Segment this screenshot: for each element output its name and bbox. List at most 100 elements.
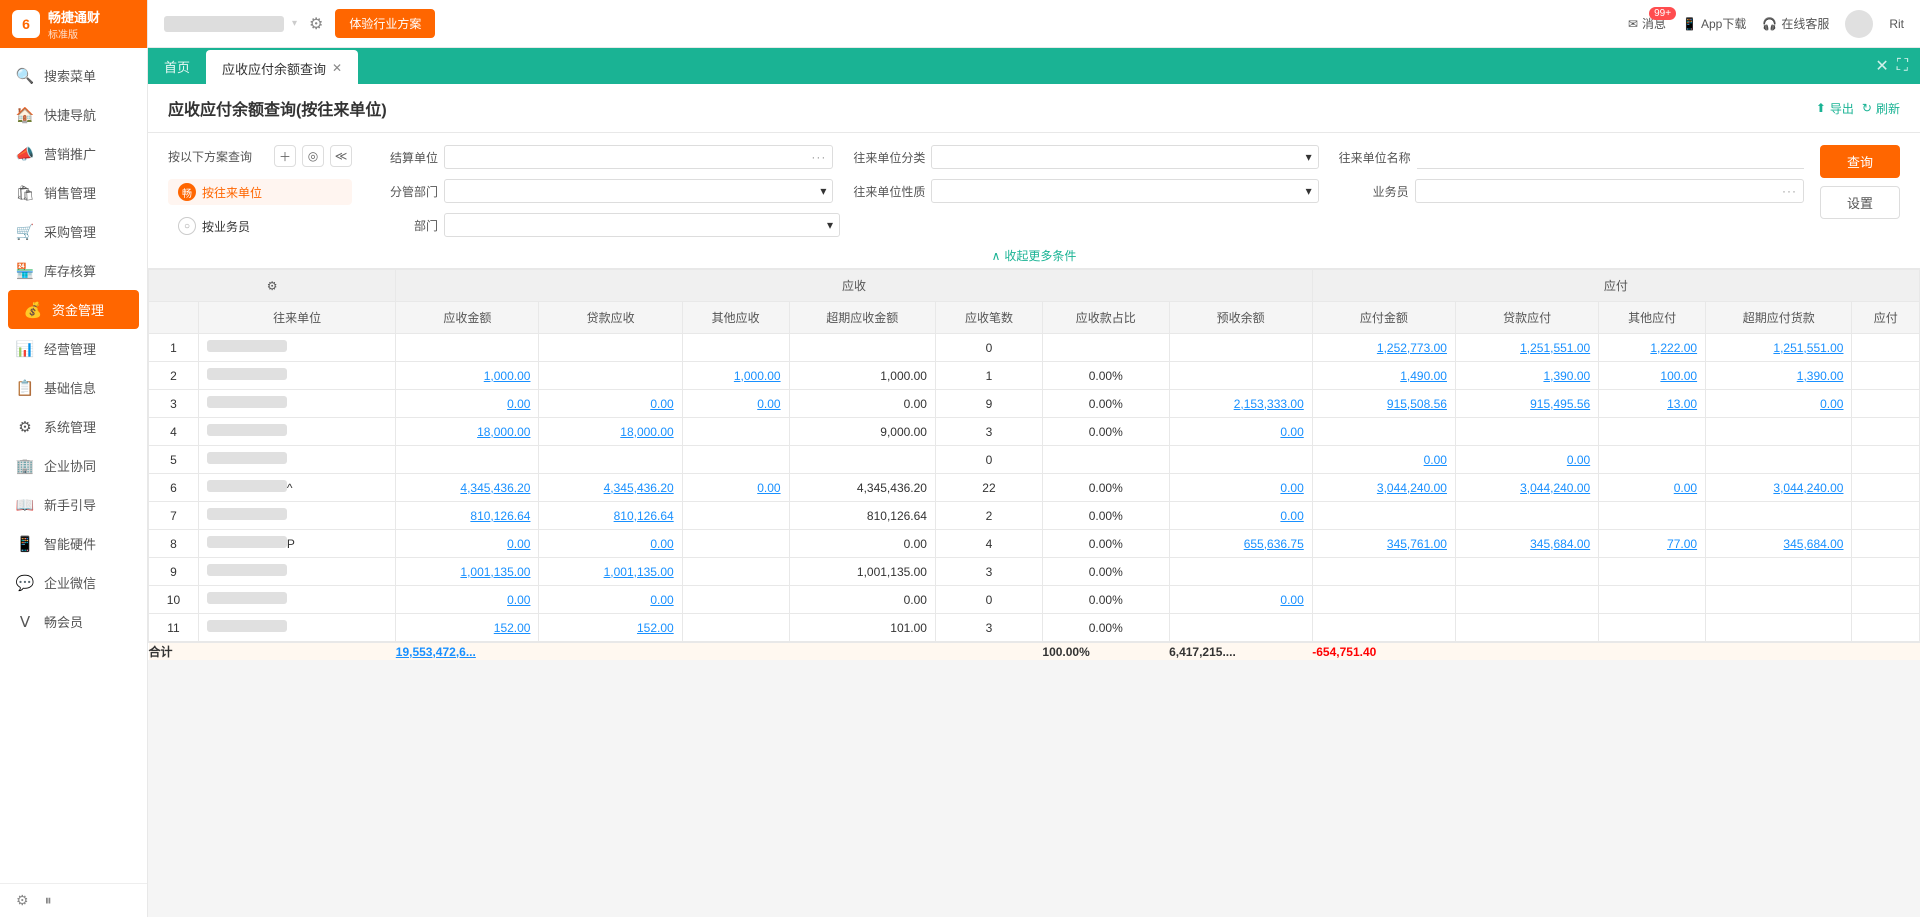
- table-cell[interactable]: 0.00: [1706, 390, 1852, 418]
- export-button[interactable]: ⬆ 导出: [1816, 100, 1854, 117]
- table-cell[interactable]: 4,345,436.20: [396, 474, 539, 502]
- dept-input[interactable]: ▾: [444, 179, 833, 203]
- table-cell[interactable]: 345,761.00: [1312, 530, 1455, 558]
- sidebar-item-basic[interactable]: 📋 基础信息: [0, 368, 147, 407]
- table-cell[interactable]: 0.00: [682, 390, 789, 418]
- table-cell[interactable]: 0.00: [396, 586, 539, 614]
- table-cell[interactable]: 1,252,773.00: [1312, 334, 1455, 362]
- table-cell[interactable]: 0.00: [539, 586, 682, 614]
- topbar-cta-button[interactable]: 体验行业方案: [335, 9, 435, 38]
- table-cell[interactable]: 1,001,135.00: [539, 558, 682, 586]
- table-cell[interactable]: 0.00: [1169, 586, 1312, 614]
- table-cell[interactable]: 0.00: [396, 530, 539, 558]
- table-cell[interactable]: 0.00: [1455, 446, 1598, 474]
- table-cell[interactable]: 18,000.00: [539, 418, 682, 446]
- add-scheme-btn[interactable]: ＋: [274, 145, 296, 167]
- table-cell[interactable]: 0.00: [539, 390, 682, 418]
- refresh-button[interactable]: ↻ 刷新: [1862, 100, 1900, 117]
- table-cell[interactable]: 4,345,436.20: [539, 474, 682, 502]
- table-cell[interactable]: 3,044,240.00: [1312, 474, 1455, 502]
- topbar-gear-icon[interactable]: ⚙: [309, 14, 323, 34]
- topbar-message-btn[interactable]: ✉ 消息 99+: [1628, 15, 1666, 32]
- table-cell[interactable]: 1,490.00: [1312, 362, 1455, 390]
- sidebar-collapse-btn[interactable]: ⏸: [45, 892, 52, 909]
- table-cell[interactable]: 1,222.00: [1599, 334, 1706, 362]
- table-cell[interactable]: 0.00: [682, 474, 789, 502]
- table-cell[interactable]: 1,251,551.00: [1706, 334, 1852, 362]
- table-cell[interactable]: 1,251,551.00: [1455, 334, 1598, 362]
- nature-input[interactable]: ▾: [931, 179, 1318, 203]
- table-cell[interactable]: 0.00: [1312, 446, 1455, 474]
- table-cell[interactable]: 1,001,135.00: [396, 558, 539, 586]
- tab-arbalance[interactable]: 应收应付余额查询 ✕: [206, 50, 358, 86]
- table-cell[interactable]: 0.00: [1169, 502, 1312, 530]
- table-cell[interactable]: 1,000.00: [682, 362, 789, 390]
- table-cell[interactable]: 0.00: [1169, 474, 1312, 502]
- setting-button[interactable]: 设置: [1820, 186, 1900, 219]
- table-cell[interactable]: 18,000.00: [396, 418, 539, 446]
- table-cell[interactable]: 3,044,240.00: [1455, 474, 1598, 502]
- table-cell[interactable]: 1,390.00: [1706, 362, 1852, 390]
- table-cell[interactable]: 810,126.64: [396, 502, 539, 530]
- tabbar-maximize-btn[interactable]: ⛶: [1897, 57, 1908, 75]
- sidebar-item-finance[interactable]: 💰 资金管理: [8, 290, 139, 329]
- sidebar-item-inventory[interactable]: 🏪 库存核算: [0, 251, 147, 290]
- account-dots[interactable]: ···: [811, 150, 826, 164]
- sidebar-item-management[interactable]: 📊 经营管理: [0, 329, 147, 368]
- category-input[interactable]: ▾: [931, 145, 1318, 169]
- collapse-scheme-btn[interactable]: ≪: [330, 145, 352, 167]
- table-cell[interactable]: 915,495.56: [1455, 390, 1598, 418]
- sidebar-item-sales[interactable]: 🛍 销售管理: [0, 173, 147, 212]
- table-cell[interactable]: 655,636.75: [1169, 530, 1312, 558]
- sidebar-item-quicknav[interactable]: 🏠 快捷导航: [0, 95, 147, 134]
- footer-ys[interactable]: 19,553,472,6...: [396, 642, 539, 660]
- sidebar-item-inventory-label: 库存核算: [44, 261, 96, 280]
- table-cell[interactable]: 13.00: [1599, 390, 1706, 418]
- account-input[interactable]: ···: [444, 145, 833, 169]
- table-cell[interactable]: 0.00: [396, 390, 539, 418]
- filter-option-byunit[interactable]: 畅 按往来单位: [168, 179, 352, 205]
- settings-icon[interactable]: ⚙: [267, 279, 278, 293]
- sidebar-item-wechat[interactable]: 💬 企业微信: [0, 563, 147, 602]
- sidebar-item-guide[interactable]: 📖 新手引导: [0, 485, 147, 524]
- filter-option-bysalesman[interactable]: ○ 按业务员: [168, 213, 352, 239]
- table-cell[interactable]: 345,684.00: [1706, 530, 1852, 558]
- table-cell[interactable]: 0.00: [1169, 418, 1312, 446]
- avatar[interactable]: [1845, 10, 1873, 38]
- table-cell[interactable]: 0.00: [539, 530, 682, 558]
- table-cell[interactable]: 77.00: [1599, 530, 1706, 558]
- tab-arbalance-close[interactable]: ✕: [332, 61, 342, 75]
- tabbar-close-btn[interactable]: ✕: [1875, 56, 1888, 76]
- section-input[interactable]: ▾: [444, 213, 840, 237]
- topbar-service-btn[interactable]: 🎧 在线客服: [1762, 15, 1829, 32]
- salesman-input[interactable]: ···: [1415, 179, 1804, 203]
- sidebar-item-marketing[interactable]: 📣 营销推广: [0, 134, 147, 173]
- unitname-input[interactable]: [1417, 146, 1804, 169]
- table-cell[interactable]: 1,000.00: [396, 362, 539, 390]
- username[interactable]: Rit: [1889, 17, 1904, 31]
- table-cell[interactable]: 152.00: [539, 614, 682, 643]
- sidebar-item-hardware[interactable]: 📱 智能硬件: [0, 524, 147, 563]
- sidebar-item-purchase[interactable]: 🛒 采购管理: [0, 212, 147, 251]
- table-cell[interactable]: 915,508.56: [1312, 390, 1455, 418]
- tab-home[interactable]: 首页: [148, 48, 206, 84]
- table-cell[interactable]: 100.00: [1599, 362, 1706, 390]
- table-cell[interactable]: 0.00: [1599, 474, 1706, 502]
- table-cell: [1852, 474, 1920, 502]
- table-cell[interactable]: 3,044,240.00: [1706, 474, 1852, 502]
- collapse-button[interactable]: ∧ 收起更多条件: [168, 243, 1900, 268]
- table-cell[interactable]: 152.00: [396, 614, 539, 643]
- table-cell[interactable]: 345,684.00: [1455, 530, 1598, 558]
- sidebar-item-system[interactable]: ⚙ 系统管理: [0, 407, 147, 446]
- topbar-app-btn[interactable]: 📱 App下载: [1682, 15, 1746, 32]
- sidebar-settings-btn[interactable]: ⚙: [16, 892, 29, 909]
- table-cell[interactable]: 810,126.64: [539, 502, 682, 530]
- salesman-dots[interactable]: ···: [1782, 184, 1797, 198]
- table-cell[interactable]: 1,390.00: [1455, 362, 1598, 390]
- sidebar-item-enterprise[interactable]: 🏢 企业协同: [0, 446, 147, 485]
- sidebar-item-vip[interactable]: Ⅴ 畅会员: [0, 602, 147, 641]
- table-cell[interactable]: 2,153,333.00: [1169, 390, 1312, 418]
- query-button[interactable]: 查询: [1820, 145, 1900, 178]
- sidebar-item-search[interactable]: 🔍 搜索菜单: [0, 56, 147, 95]
- edit-scheme-btn[interactable]: ◎: [302, 145, 324, 167]
